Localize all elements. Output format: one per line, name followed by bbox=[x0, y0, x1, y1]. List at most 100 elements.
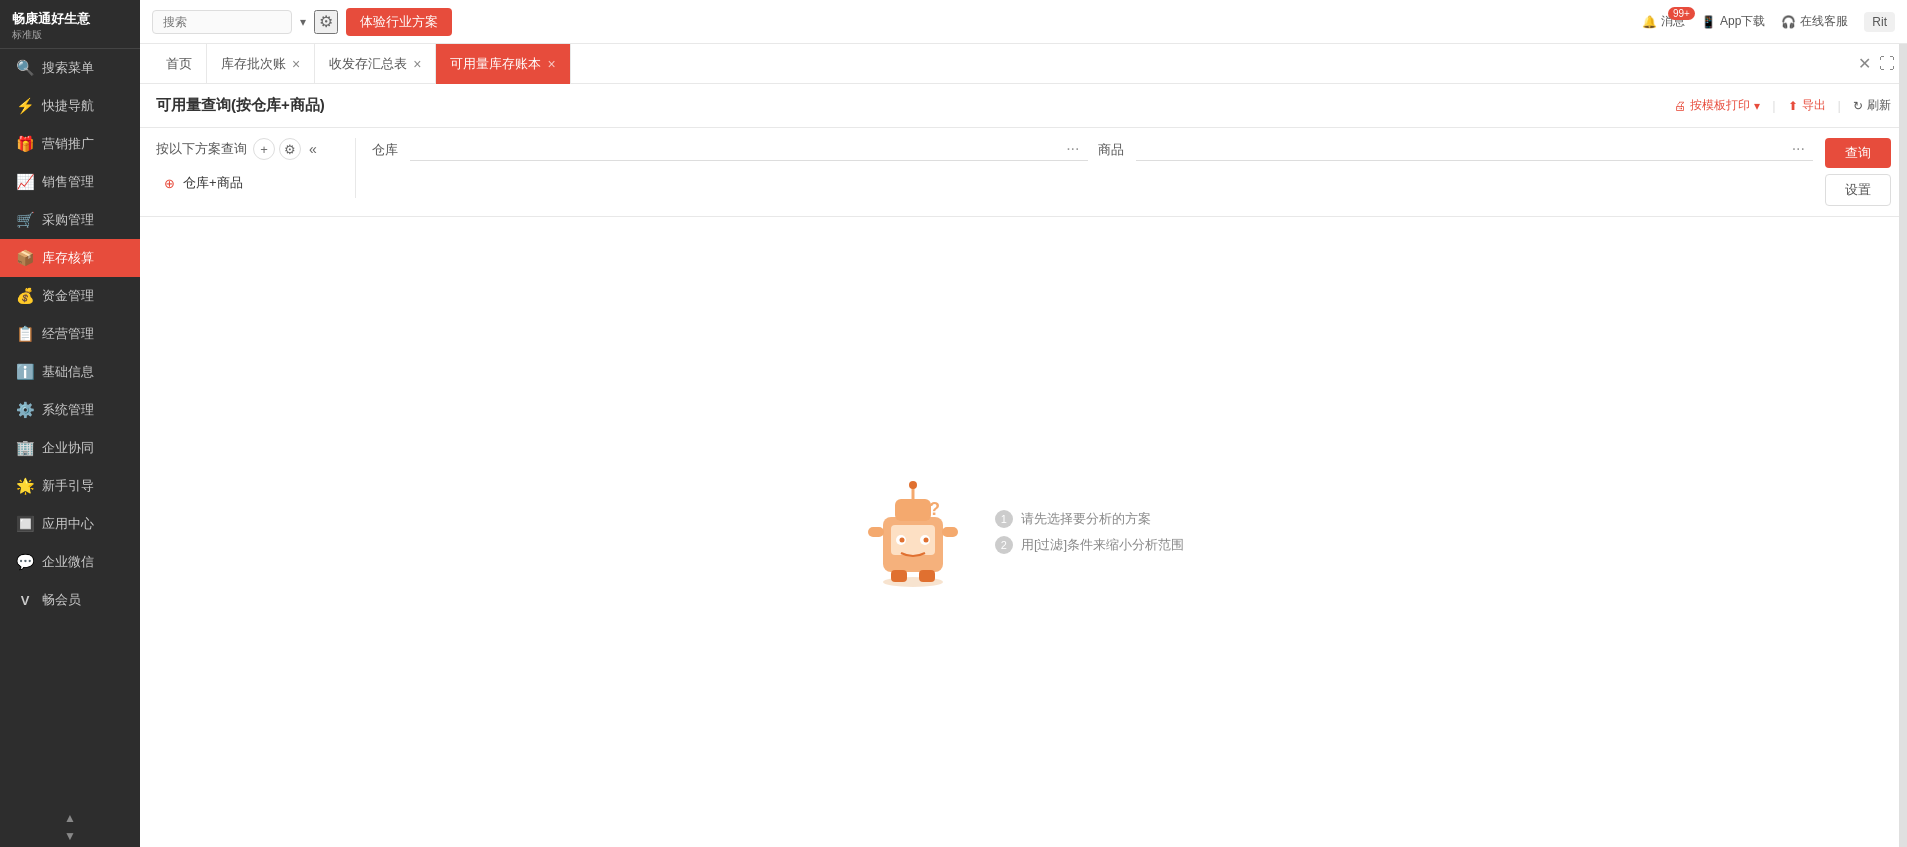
sidebar-item-label: 搜索菜单 bbox=[42, 59, 94, 77]
sidebar-item-newbie[interactable]: 🌟 新手引导 bbox=[0, 467, 140, 505]
sidebar-item-label: 企业微信 bbox=[42, 553, 94, 571]
tab-stock-close-icon[interactable]: × bbox=[413, 56, 421, 72]
svg-point-5 bbox=[899, 538, 904, 543]
scroll-up-icon[interactable]: ▲ bbox=[64, 811, 76, 825]
product-more-icon[interactable]: ··· bbox=[1788, 140, 1809, 158]
tab-batch-account[interactable]: 库存批次账 × bbox=[207, 44, 315, 84]
newbie-icon: 🌟 bbox=[16, 477, 34, 495]
search-icon: 🔍 bbox=[16, 59, 34, 77]
trial-industry-button[interactable]: 体验行业方案 bbox=[346, 8, 452, 36]
shortcut-icon: ⚡ bbox=[16, 97, 34, 115]
sidebar-item-label: 营销推广 bbox=[42, 135, 94, 153]
scroll-down-icon[interactable]: ▼ bbox=[64, 829, 76, 843]
warehouse-input-wrap: ··· bbox=[410, 138, 1088, 161]
page-header-actions: 🖨 按模板打印 ▾ | ⬆ 导出 | ↻ 刷新 bbox=[1674, 97, 1891, 114]
right-scrollbar-panel bbox=[1899, 44, 1907, 847]
sidebar-item-sales[interactable]: 📈 销售管理 bbox=[0, 163, 140, 201]
system-icon: ⚙️ bbox=[16, 401, 34, 419]
svg-point-6 bbox=[923, 538, 928, 543]
sidebar-item-inventory[interactable]: 📦 库存核算 bbox=[0, 239, 140, 277]
app-download-button[interactable]: 📱 App下载 bbox=[1701, 13, 1765, 30]
sidebar-item-purchase[interactable]: 🛒 采购管理 bbox=[0, 201, 140, 239]
empty-illustration: ? bbox=[863, 477, 963, 587]
enterprise-icon: 🏢 bbox=[16, 439, 34, 457]
app-label: App下载 bbox=[1720, 13, 1765, 30]
settings-button[interactable]: 设置 bbox=[1825, 174, 1891, 206]
sidebar-item-label: 系统管理 bbox=[42, 401, 94, 419]
empty-tip-1: 1 请先选择要分析的方案 bbox=[995, 510, 1184, 528]
page-content: 可用量查询(按仓库+商品) 🖨 按模板打印 ▾ | ⬆ 导出 | ↻ 刷新 bbox=[140, 84, 1907, 847]
sidebar-item-member[interactable]: V 畅会员 bbox=[0, 581, 140, 619]
tabs-close-all-icon[interactable]: ✕ bbox=[1858, 54, 1871, 73]
app-tag: 标准版 bbox=[12, 28, 128, 42]
sidebar-item-basic[interactable]: ℹ️ 基础信息 bbox=[0, 353, 140, 391]
export-button[interactable]: ⬆ 导出 bbox=[1788, 97, 1826, 114]
print-template-button[interactable]: 🖨 按模板打印 ▾ bbox=[1674, 97, 1760, 114]
tab-batch-label: 库存批次账 bbox=[221, 55, 286, 73]
svg-text:?: ? bbox=[929, 499, 940, 519]
basic-icon: ℹ️ bbox=[16, 363, 34, 381]
export-label: 导出 bbox=[1802, 97, 1826, 114]
phone-icon: 📱 bbox=[1701, 15, 1716, 29]
tab-home[interactable]: 首页 bbox=[152, 44, 207, 84]
tab-home-label: 首页 bbox=[166, 55, 192, 73]
tab-stock-summary[interactable]: 收发存汇总表 × bbox=[315, 44, 436, 84]
page-header: 可用量查询(按仓库+商品) 🖨 按模板打印 ▾ | ⬆ 导出 | ↻ 刷新 bbox=[140, 84, 1907, 128]
tab-stock-label: 收发存汇总表 bbox=[329, 55, 407, 73]
refresh-label: 刷新 bbox=[1867, 97, 1891, 114]
topbar-search-input[interactable] bbox=[152, 10, 292, 34]
empty-tip-2: 2 用[过滤]条件来缩小分析范围 bbox=[995, 536, 1184, 554]
sidebar-item-shortcut[interactable]: ⚡ 快捷导航 bbox=[0, 87, 140, 125]
online-service-button[interactable]: 🎧 在线客服 bbox=[1781, 13, 1848, 30]
sidebar-item-enterprise[interactable]: 🏢 企业协同 bbox=[0, 429, 140, 467]
sidebar-item-marketing[interactable]: 🎁 营销推广 bbox=[0, 125, 140, 163]
tabs-expand-icon[interactable]: ⛶ bbox=[1879, 55, 1895, 73]
service-label: 在线客服 bbox=[1800, 13, 1848, 30]
sidebar-item-app-center[interactable]: 🔲 应用中心 bbox=[0, 505, 140, 543]
notice-button[interactable]: 🔔 消息 99+ bbox=[1642, 13, 1685, 30]
export-icon: ⬆ bbox=[1788, 99, 1798, 113]
sidebar-item-wechat[interactable]: 💬 企业微信 bbox=[0, 543, 140, 581]
warehouse-input[interactable] bbox=[414, 142, 1062, 157]
tab-available-stock[interactable]: 可用量库存账本 × bbox=[436, 44, 570, 84]
filter-area: 按以下方案查询 + ⚙ « ⊕ 仓库+商品 仓库 bbox=[140, 128, 1907, 217]
operation-icon: 📋 bbox=[16, 325, 34, 343]
main-area: ▾ ⚙ 体验行业方案 🔔 消息 99+ 📱 App下载 🎧 在线客服 Rit bbox=[140, 0, 1907, 847]
app-name: 畅康通好生意 bbox=[12, 10, 128, 28]
sidebar-item-operation[interactable]: 📋 经营管理 bbox=[0, 315, 140, 353]
sales-icon: 📈 bbox=[16, 173, 34, 191]
product-input-wrap: ··· bbox=[1136, 138, 1814, 161]
edit-scheme-button[interactable]: ⚙ bbox=[279, 138, 301, 160]
tab-available-close-icon[interactable]: × bbox=[547, 56, 555, 72]
sidebar-item-search[interactable]: 🔍 搜索菜单 bbox=[0, 49, 140, 87]
gift-icon: 🎁 bbox=[16, 135, 34, 153]
tab-batch-close-icon[interactable]: × bbox=[292, 56, 300, 72]
warehouse-more-icon[interactable]: ··· bbox=[1062, 140, 1083, 158]
query-button[interactable]: 查询 bbox=[1825, 138, 1891, 168]
warehouse-label: 仓库 bbox=[372, 141, 402, 159]
filter-inputs: 仓库 ··· 商品 ··· bbox=[356, 138, 1813, 161]
refresh-button[interactable]: ↻ 刷新 bbox=[1853, 97, 1891, 114]
add-scheme-button[interactable]: + bbox=[253, 138, 275, 160]
collapse-schemes-icon[interactable]: « bbox=[309, 141, 317, 157]
scheme-item-label: 仓库+商品 bbox=[183, 174, 243, 192]
print-dropdown-icon[interactable]: ▾ bbox=[1754, 99, 1760, 113]
filter-schemes-header: 按以下方案查询 + ⚙ « bbox=[156, 138, 343, 160]
topbar-dropdown-btn[interactable]: ▾ bbox=[300, 15, 306, 29]
purchase-icon: 🛒 bbox=[16, 211, 34, 229]
scheme-item-warehouse-product[interactable]: ⊕ 仓库+商品 bbox=[156, 168, 343, 198]
sidebar-item-finance[interactable]: 💰 资金管理 bbox=[0, 277, 140, 315]
svg-rect-12 bbox=[891, 570, 907, 582]
product-input[interactable] bbox=[1140, 142, 1788, 157]
sidebar-item-label: 快捷导航 bbox=[42, 97, 94, 115]
sidebar-scrollbar: ▲ ▼ bbox=[0, 807, 140, 847]
sidebar-item-label: 畅会员 bbox=[42, 591, 81, 609]
tabs-bar: 首页 库存批次账 × 收发存汇总表 × 可用量库存账本 × ✕ ⛶ bbox=[140, 44, 1907, 84]
empty-state: ? 1 请先选择要分析的方案 2 用[过滤]条件来缩小分析范围 bbox=[140, 217, 1907, 847]
sidebar-item-system[interactable]: ⚙️ 系统管理 bbox=[0, 391, 140, 429]
topbar-gear-btn[interactable]: ⚙ bbox=[314, 10, 338, 34]
sidebar-item-label: 企业协同 bbox=[42, 439, 94, 457]
sidebar-item-label: 采购管理 bbox=[42, 211, 94, 229]
user-menu-button[interactable]: Rit bbox=[1864, 12, 1895, 32]
empty-tips: 1 请先选择要分析的方案 2 用[过滤]条件来缩小分析范围 bbox=[995, 510, 1184, 554]
